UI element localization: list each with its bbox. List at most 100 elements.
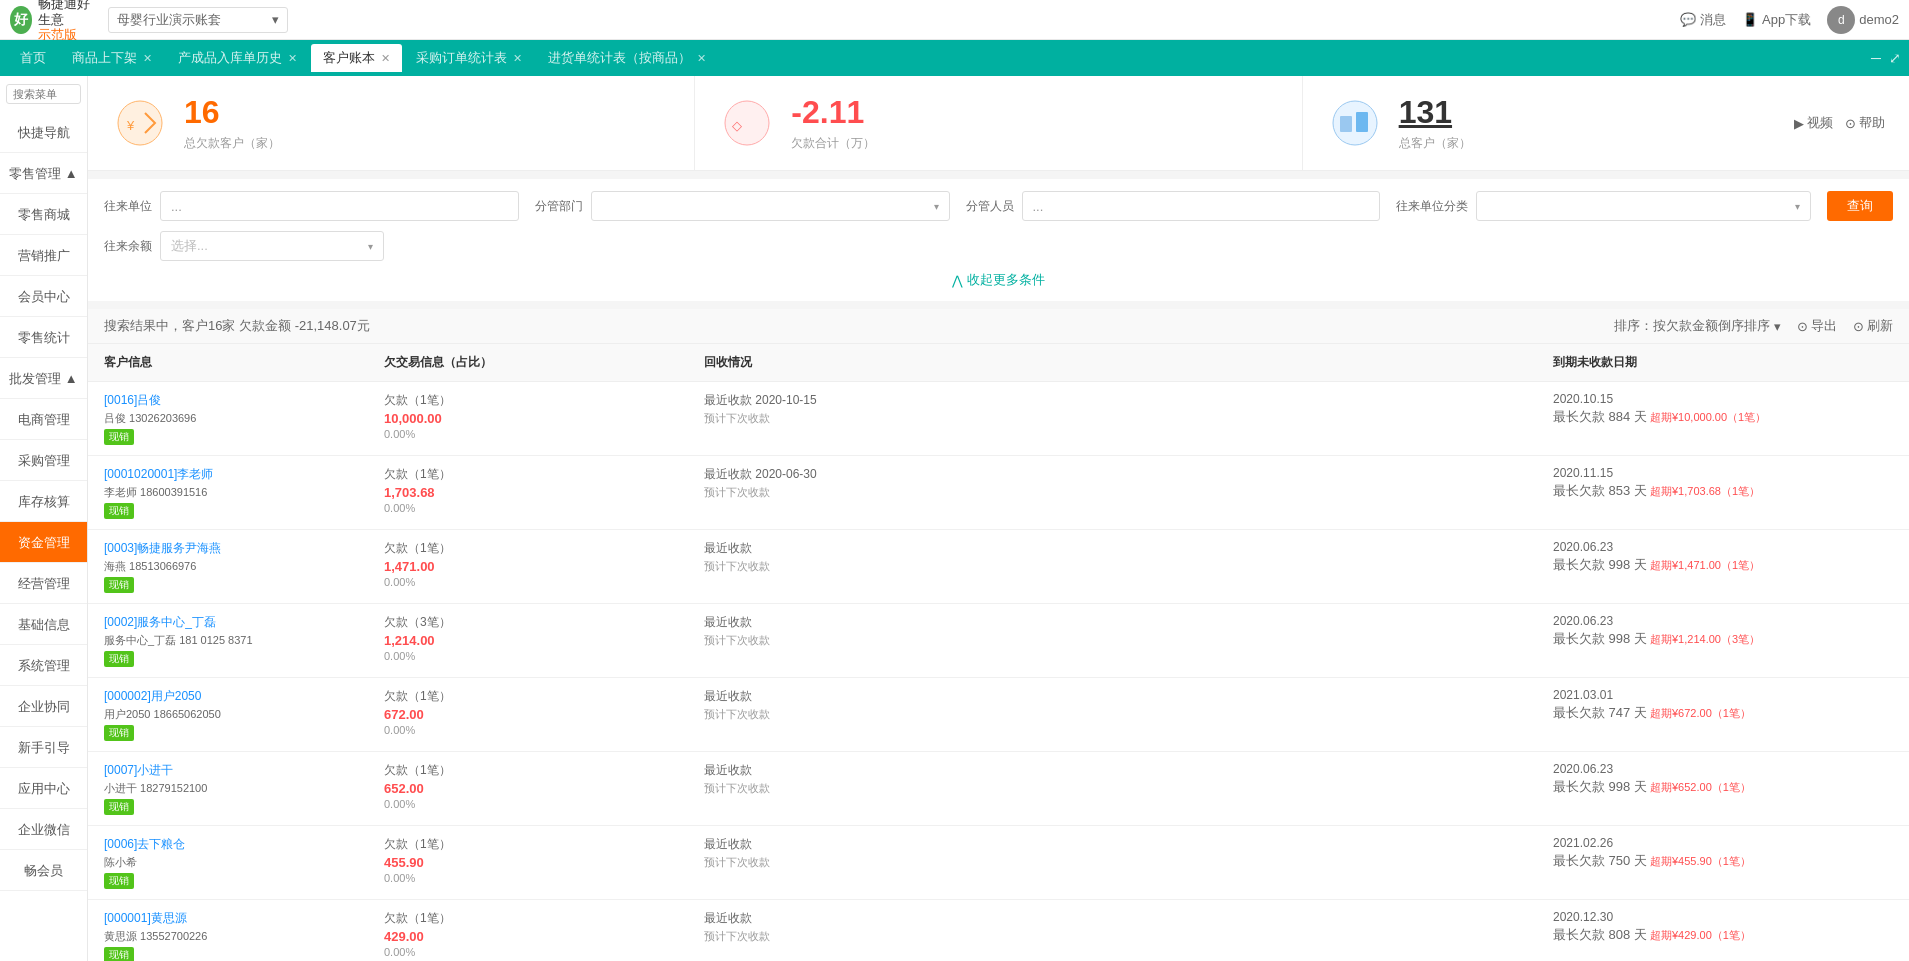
video-button[interactable]: ▶ 视频 (1794, 114, 1833, 132)
sidebar-item-business-mgmt[interactable]: 经营管理 (0, 563, 87, 604)
app-download-button[interactable]: 📱 App下载 (1742, 11, 1811, 29)
sidebar-item-quick-nav[interactable]: 快捷导航 (0, 112, 87, 153)
top-bar: 好 畅捷通好生意 示范版 母婴行业演示账套 ▾ 💬 消息 📱 App下载 d d… (0, 0, 1909, 40)
table-row: [0006]去下粮仓 陈小希 现销 欠款（1笔） 455.90 0.00% 最近… (88, 826, 1909, 900)
customer-info: [000001]黄思源 黄思源 13552700226 现销 (104, 910, 384, 961)
customer-info: [0006]去下粮仓 陈小希 现销 (104, 836, 384, 889)
content-area: ¥ 16 总欠款客户（家） ◇ -2.11 (88, 76, 1909, 961)
customer-name[interactable]: [0003]畅捷服务尹海燕 (104, 540, 384, 557)
chevron-down-icon: ▾ (272, 12, 279, 27)
refresh-button[interactable]: ⊙ 刷新 (1853, 317, 1893, 335)
tab-bar-right: ─ ⤢ (1871, 50, 1901, 66)
sort-select[interactable]: 排序：按欠款金额倒序排序 ▾ (1614, 317, 1781, 335)
tab-customer-ledger[interactable]: 客户账本 ✕ (311, 44, 402, 72)
sidebar-item-member-vip[interactable]: 畅会员 (0, 850, 87, 891)
sidebar-item-ecommerce[interactable]: 电商管理 (0, 399, 87, 440)
sidebar-item-retail-mgmt[interactable]: 零售管理 ▲ (0, 153, 87, 194)
export-button[interactable]: ⊙ 导出 (1797, 317, 1837, 335)
customer-name[interactable]: [000001]黄思源 (104, 910, 384, 927)
tab-close-icon[interactable]: ✕ (143, 52, 152, 65)
logo-area: 好 畅捷通好生意 示范版 (10, 0, 98, 43)
tab-product-history[interactable]: 产成品入库单历史 ✕ (166, 44, 309, 72)
customers-icon: ¥ (112, 95, 168, 151)
stat-card-actions: ▶ 视频 ⊙ 帮助 (1794, 114, 1885, 132)
person-input[interactable]: ... (1022, 191, 1381, 221)
due-info: 2020.10.15 最长欠款 884 天 超期¥10,000.00（1笔） (1553, 392, 1893, 426)
partner-input[interactable]: ... (160, 191, 519, 221)
customer-info: [0001020001]李老师 李老师 18600391516 现销 (104, 466, 384, 519)
sidebar-item-finance-mgmt[interactable]: 资金管理 (0, 522, 87, 563)
company-select[interactable]: 母婴行业演示账套 ▾ (108, 7, 288, 33)
tab-home[interactable]: 首页 (8, 44, 58, 72)
minimize-icon[interactable]: ─ (1871, 50, 1881, 66)
chevron-down-icon: ▾ (934, 201, 939, 212)
customer-name[interactable]: [0007]小进干 (104, 762, 384, 779)
customer-badge: 现销 (104, 577, 134, 593)
sidebar-item-member-center[interactable]: 会员中心 (0, 276, 87, 317)
recovery-info: 最近收款 2020-10-15 预计下次收款 (704, 392, 1553, 426)
sidebar-item-marketing[interactable]: 营销推广 (0, 235, 87, 276)
sidebar-item-retail-stats[interactable]: 零售统计 (0, 317, 87, 358)
balance-select[interactable]: 选择... ▾ (160, 231, 384, 261)
category-select[interactable]: ▾ (1476, 191, 1811, 221)
debt-info: 欠款（1笔） 672.00 0.00% (384, 688, 704, 736)
table-row: [000002]用户2050 用户2050 18665062050 现销 欠款（… (88, 678, 1909, 752)
sidebar-item-inventory[interactable]: 库存核算 (0, 481, 87, 522)
table-row: [0007]小进干 小进干 18279152100 现销 欠款（1笔） 652.… (88, 752, 1909, 826)
search-input[interactable] (6, 84, 81, 104)
due-info: 2020.12.30 最长欠款 808 天 超期¥429.00（1笔） (1553, 910, 1893, 944)
customer-badge: 现销 (104, 503, 134, 519)
maximize-icon[interactable]: ⤢ (1889, 50, 1901, 66)
sidebar-item-wechat[interactable]: 企业微信 (0, 809, 87, 850)
tab-purchase-stats[interactable]: 进货单统计表（按商品） ✕ (536, 44, 718, 72)
customer-name[interactable]: [0002]服务中心_丁磊 (104, 614, 384, 631)
col-header-debt: 欠交易信息（占比） (384, 354, 704, 371)
customer-info: [000002]用户2050 用户2050 18665062050 现销 (104, 688, 384, 741)
total-icon (1327, 95, 1383, 151)
tab-close-icon[interactable]: ✕ (288, 52, 297, 65)
debt-info: 欠款（1笔） 429.00 0.00% (384, 910, 704, 958)
customer-name[interactable]: [0016]吕俊 (104, 392, 384, 409)
sidebar-search-area (0, 76, 87, 112)
customer-badge: 现销 (104, 725, 134, 741)
col-header-customer: 客户信息 (104, 354, 384, 371)
tab-purchase-order[interactable]: 采购订单统计表 ✕ (404, 44, 534, 72)
filter-area: 往来单位 ... 分管部门 ▾ 分管人员 ... (88, 179, 1909, 301)
tab-close-icon[interactable]: ✕ (513, 52, 522, 65)
customer-name[interactable]: [000002]用户2050 (104, 688, 384, 705)
sidebar-item-wholesale-mgmt[interactable]: 批发管理 ▲ (0, 358, 87, 399)
filter-partner: 往来单位 ... (104, 191, 519, 221)
user-avatar-button[interactable]: d demo2 (1827, 6, 1899, 34)
customer-name[interactable]: [0006]去下粮仓 (104, 836, 384, 853)
customer-phone: 吕俊 13026203696 (104, 411, 384, 426)
customer-name[interactable]: [0001020001]李老师 (104, 466, 384, 483)
results-summary: 搜索结果中，客户16家 欠款金额 -21,148.07元 (104, 317, 370, 335)
message-button[interactable]: 💬 消息 (1680, 11, 1726, 29)
collapse-row[interactable]: ⋀ 收起更多条件 (104, 271, 1893, 289)
filter-row-1: 往来单位 ... 分管部门 ▾ 分管人员 ... (104, 191, 1893, 221)
customer-info: [0003]畅捷服务尹海燕 海燕 18513066976 现销 (104, 540, 384, 593)
sidebar-item-enterprise-collab[interactable]: 企业协同 (0, 686, 87, 727)
search-button[interactable]: 查询 (1827, 191, 1893, 221)
tab-close-icon[interactable]: ✕ (697, 52, 706, 65)
sidebar-item-new-guide[interactable]: 新手引导 (0, 727, 87, 768)
stat-card-overdue-amount: ◇ -2.11 欠款合计（万） (695, 76, 1302, 170)
sidebar-item-app-center[interactable]: 应用中心 (0, 768, 87, 809)
sidebar-item-retail-mall[interactable]: 零售商城 (0, 194, 87, 235)
help-button[interactable]: ⊙ 帮助 (1845, 114, 1885, 132)
stat-card-overdue-customers: ¥ 16 总欠款客户（家） (88, 76, 695, 170)
dept-select[interactable]: ▾ (591, 191, 950, 221)
table-row: [0002]服务中心_丁磊 服务中心_丁磊 181 0125 8371 现销 欠… (88, 604, 1909, 678)
table-row: [0003]畅捷服务尹海燕 海燕 18513066976 现销 欠款（1笔） 1… (88, 530, 1909, 604)
due-info: 2020.06.23 最长欠款 998 天 超期¥1,214.00（3笔） (1553, 614, 1893, 648)
tab-product-listing[interactable]: 商品上下架 ✕ (60, 44, 164, 72)
tab-close-icon[interactable]: ✕ (381, 52, 390, 65)
sidebar-item-basic-info[interactable]: 基础信息 (0, 604, 87, 645)
recovery-info: 最近收款 预计下次收款 (704, 688, 1553, 722)
filter-person: 分管人员 ... (966, 191, 1381, 221)
sidebar-item-purchase-mgmt[interactable]: 采购管理 (0, 440, 87, 481)
message-icon: 💬 (1680, 12, 1696, 27)
overdue-customers-value: 16 (184, 94, 280, 131)
debt-info: 欠款（1笔） 652.00 0.00% (384, 762, 704, 810)
sidebar-item-system-mgmt[interactable]: 系统管理 (0, 645, 87, 686)
